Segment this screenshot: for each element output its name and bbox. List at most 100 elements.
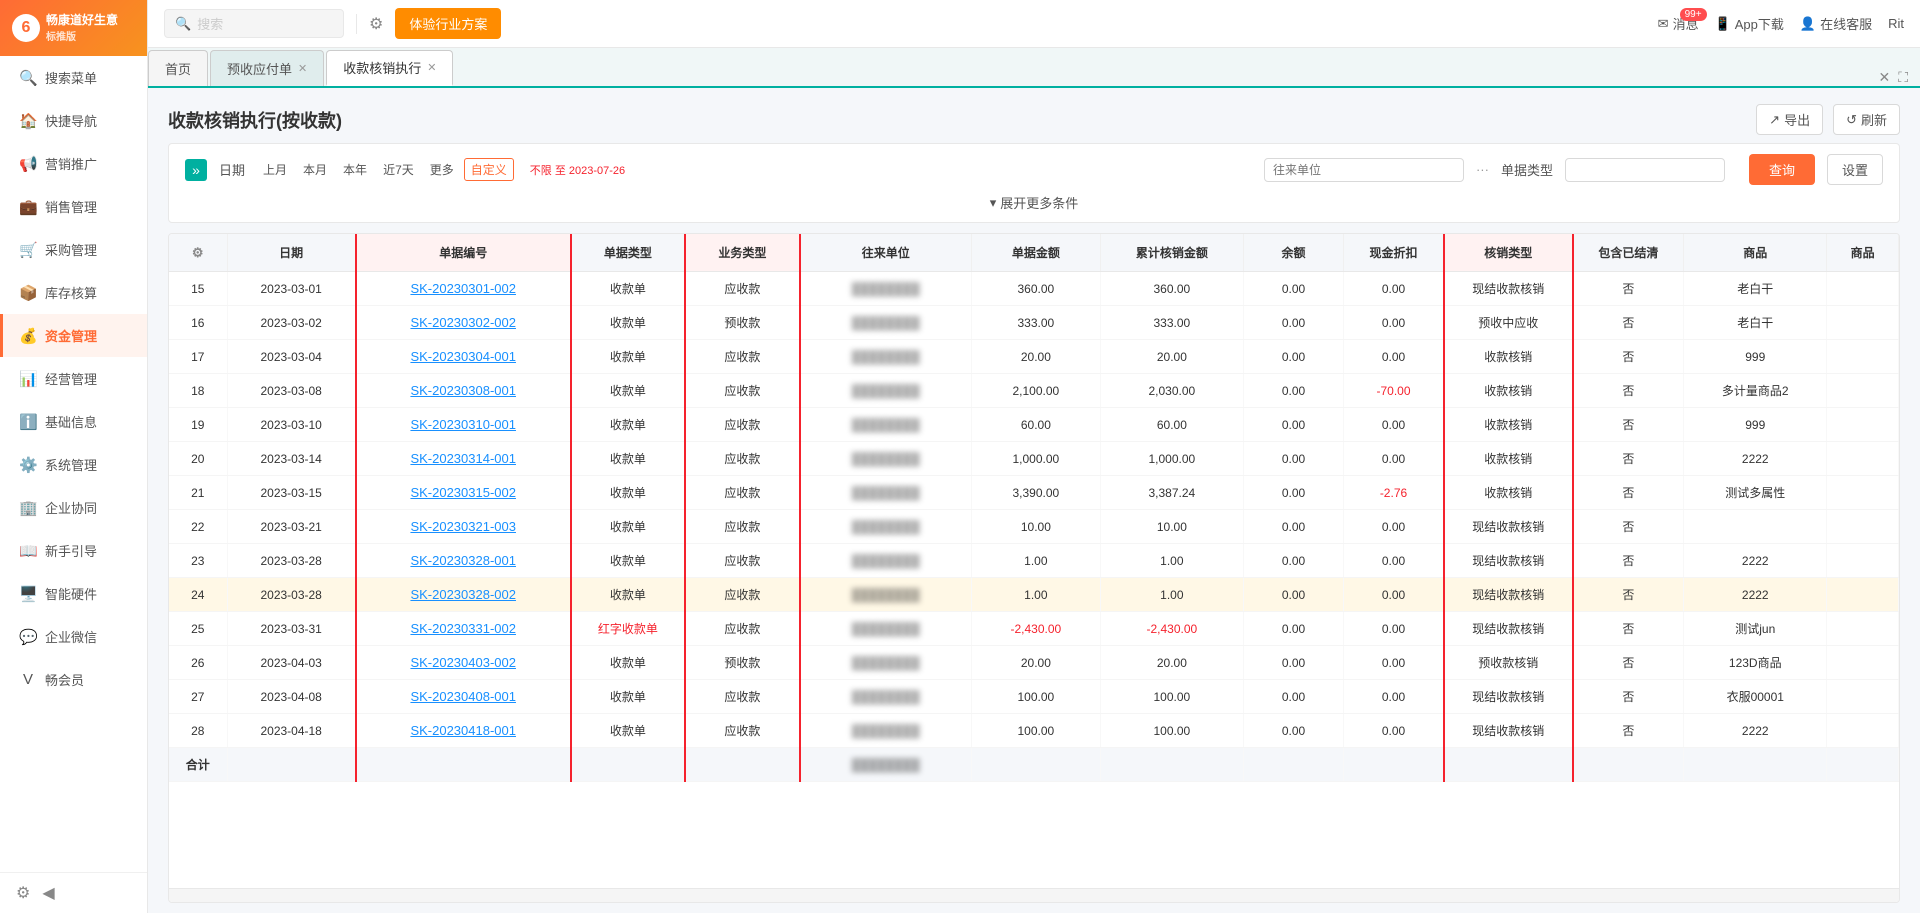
table-cell: 2023-03-28 <box>227 578 356 612</box>
table-cell: 应收款 <box>685 612 800 646</box>
partner-input[interactable] <box>1264 158 1464 182</box>
tab-expand-button[interactable]: ⛶ <box>1898 69 1908 86</box>
sidebar-item-basic[interactable]: ℹ️ 基础信息 <box>0 400 147 443</box>
th-incl[interactable]: 包含已结清 <box>1573 234 1684 272</box>
table-cell[interactable]: SK-20230310-001 <box>356 408 571 442</box>
bill-type-label: 单据类型 <box>1501 160 1553 179</box>
table-gear-icon[interactable]: ⚙ <box>192 245 204 260</box>
sidebar-item-sales[interactable]: 💼 销售管理 <box>0 185 147 228</box>
topbar-search-box[interactable]: 🔍 搜索 <box>164 9 344 38</box>
bill-link[interactable]: SK-20230321-003 <box>410 519 516 534</box>
query-button[interactable]: 查询 <box>1749 154 1815 185</box>
topbar-message-button[interactable]: ✉ 消息 99+ <box>1658 14 1699 33</box>
bill-link[interactable]: SK-20230418-001 <box>410 723 516 738</box>
topbar-user-button[interactable]: Rit <box>1888 16 1904 31</box>
th-date[interactable]: 日期 <box>227 234 356 272</box>
sidebar-item-finance[interactable]: 💰 资金管理 <box>0 314 147 357</box>
bill-link[interactable]: SK-20230315-002 <box>410 485 516 500</box>
bill-link[interactable]: SK-20230301-002 <box>410 281 516 296</box>
refresh-button[interactable]: ↺ 刷新 <box>1833 104 1900 135</box>
topbar-app-button[interactable]: 📱 App下载 <box>1715 14 1784 33</box>
table-cell[interactable]: SK-20230408-001 <box>356 680 571 714</box>
bill-link[interactable]: SK-20230328-001 <box>410 553 516 568</box>
table-cell[interactable]: SK-20230304-001 <box>356 340 571 374</box>
table-cell[interactable]: SK-20230302-002 <box>356 306 571 340</box>
sidebar-item-purchase[interactable]: 🛒 采购管理 <box>0 228 147 271</box>
date-last-month[interactable]: 上月 <box>257 158 293 181</box>
topbar-service-button[interactable]: 👤 在线客服 <box>1800 14 1872 33</box>
th-balance[interactable]: 余额 <box>1243 234 1343 272</box>
sidebar-collapse-button[interactable]: ◀ <box>42 883 54 903</box>
sidebar-item-member[interactable]: V 畅会员 <box>0 658 147 701</box>
sidebar-item-system[interactable]: ⚙️ 系统管理 <box>0 443 147 486</box>
table-cell: 10.00 <box>971 510 1100 544</box>
bill-link[interactable]: SK-20230328-002 <box>410 587 516 602</box>
date-more[interactable]: 更多 <box>424 158 460 181</box>
table-cell[interactable]: SK-20230321-003 <box>356 510 571 544</box>
table-cell[interactable]: SK-20230418-001 <box>356 714 571 748</box>
th-thumb[interactable]: 商品 <box>1827 234 1899 272</box>
bill-link[interactable]: SK-20230310-001 <box>410 417 516 432</box>
table-cell: 28 <box>169 714 227 748</box>
table-scroll-area[interactable]: ⚙ 日期 单据编号 单据类型 业务类型 往来单位 单据金额 累计核销金额 余额 … <box>169 234 1899 888</box>
bill-type-select[interactable] <box>1565 158 1725 182</box>
sidebar-item-guide[interactable]: 📖 新手引导 <box>0 529 147 572</box>
table-cell: 0.00 <box>1344 272 1444 306</box>
expand-more-button[interactable]: ▾ 展开更多条件 <box>990 193 1079 212</box>
table-cell[interactable]: SK-20230308-001 <box>356 374 571 408</box>
export-button[interactable]: ↗ 导出 <box>1756 104 1823 135</box>
sidebar-item-inventory[interactable]: 📦 库存核算 <box>0 271 147 314</box>
sidebar-item-quicknav[interactable]: 🏠 快捷导航 <box>0 99 147 142</box>
table-cell[interactable]: SK-20230331-002 <box>356 612 571 646</box>
tab-close-button[interactable]: ✕ <box>1878 69 1890 86</box>
table-cell[interactable]: SK-20230315-002 <box>356 476 571 510</box>
industry-solution-button[interactable]: 体验行业方案 <box>395 8 501 39</box>
date-this-year[interactable]: 本年 <box>337 158 373 181</box>
th-billno[interactable]: 单据编号 <box>356 234 571 272</box>
table-cell: 现结收款核销 <box>1444 272 1573 306</box>
sidebar-item-operation[interactable]: 📊 经营管理 <box>0 357 147 400</box>
bill-link[interactable]: SK-20230403-002 <box>410 655 516 670</box>
bill-link[interactable]: SK-20230308-001 <box>410 383 516 398</box>
sidebar-item-wechat[interactable]: 💬 企业微信 <box>0 615 147 658</box>
bill-link[interactable]: SK-20230314-001 <box>410 451 516 466</box>
table-cell[interactable]: SK-20230328-002 <box>356 578 571 612</box>
topbar-gear-icon[interactable]: ⚙ <box>369 14 383 34</box>
table-cell[interactable]: SK-20230301-002 <box>356 272 571 306</box>
table-cell[interactable]: SK-20230403-002 <box>356 646 571 680</box>
date-this-month[interactable]: 本月 <box>297 158 333 181</box>
table-cell[interactable]: SK-20230328-001 <box>356 544 571 578</box>
filter-expand-button[interactable]: » <box>185 159 207 181</box>
th-cumamt[interactable]: 累计核销金额 <box>1100 234 1243 272</box>
settings-button[interactable]: 设置 <box>1827 154 1883 185</box>
sidebar-item-enterprise[interactable]: 🏢 企业协同 <box>0 486 147 529</box>
bill-link[interactable]: SK-20230331-002 <box>410 621 516 636</box>
sidebar-item-search[interactable]: 🔍 搜索菜单 <box>0 56 147 99</box>
th-biztype[interactable]: 业务类型 <box>685 234 800 272</box>
tab-home[interactable]: 首页 <box>148 50 208 86</box>
bill-link[interactable]: SK-20230408-001 <box>410 689 516 704</box>
th-goods[interactable]: 商品 <box>1684 234 1827 272</box>
table-cell: 应收款 <box>685 714 800 748</box>
tab-writeoff[interactable]: 收款核销执行 ✕ <box>326 50 453 86</box>
th-partner[interactable]: 往来单位 <box>800 234 972 272</box>
th-billtype[interactable]: 单据类型 <box>571 234 686 272</box>
th-cxtype[interactable]: 核销类型 <box>1444 234 1573 272</box>
table-cell: 0.00 <box>1243 680 1343 714</box>
sidebar-settings-button[interactable]: ⚙ <box>16 883 30 903</box>
tab-prepay-close[interactable]: ✕ <box>298 62 307 75</box>
th-amount[interactable]: 单据金额 <box>971 234 1100 272</box>
th-cashdis[interactable]: 现金折扣 <box>1344 234 1444 272</box>
table-cell[interactable]: SK-20230314-001 <box>356 442 571 476</box>
date-7days[interactable]: 近7天 <box>377 158 420 181</box>
tab-writeoff-close[interactable]: ✕ <box>427 61 436 74</box>
bill-link[interactable]: SK-20230304-001 <box>410 349 516 364</box>
tab-prepay[interactable]: 预收应付单 ✕ <box>210 50 324 86</box>
table-cell: 2023-04-03 <box>227 646 356 680</box>
sidebar-label-search: 搜索菜单 <box>45 68 97 87</box>
bill-link[interactable]: SK-20230302-002 <box>410 315 516 330</box>
sidebar-item-marketing[interactable]: 📢 营销推广 <box>0 142 147 185</box>
sidebar-item-hardware[interactable]: 🖥️ 智能硬件 <box>0 572 147 615</box>
table-row: 232023-03-28SK-20230328-001收款单应收款███████… <box>169 544 1899 578</box>
date-custom-button[interactable]: 自定义 <box>464 158 514 181</box>
